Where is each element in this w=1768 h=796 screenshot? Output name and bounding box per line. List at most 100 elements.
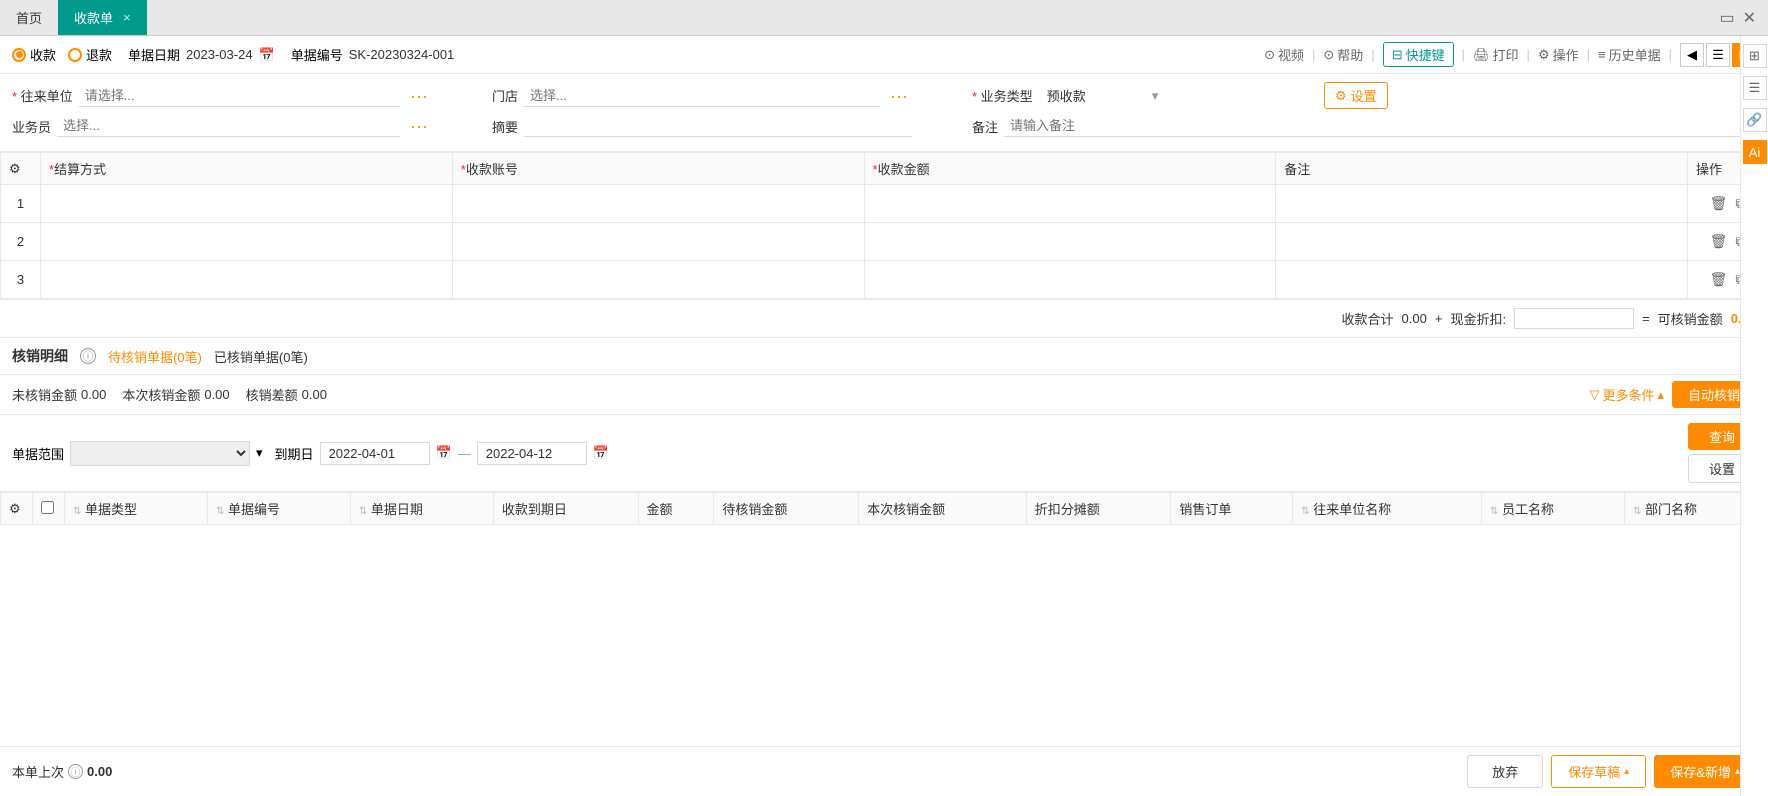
- select-all-checkbox[interactable]: [41, 501, 54, 514]
- sidebar-table-icon[interactable]: ⊞: [1743, 44, 1767, 68]
- staff-input[interactable]: [57, 115, 400, 137]
- row-2-account-input[interactable]: [453, 223, 864, 260]
- row-1-account[interactable]: [452, 185, 864, 223]
- tab-home-label: 首页: [16, 8, 42, 27]
- store-input[interactable]: [524, 85, 880, 107]
- date-to-input[interactable]: [477, 442, 587, 465]
- col-due-date-header: 收款到期日: [493, 493, 638, 525]
- shortcut-button[interactable]: ⊟ 快捷键: [1383, 42, 1454, 67]
- row-1-delete-btn[interactable]: 🗑: [1710, 195, 1728, 212]
- date-range-field: 到期日 📅 — 📅: [275, 442, 609, 465]
- form-row-1: * 往来单位 ··· 门店 ··· * 业务类型 预收款: [12, 82, 1756, 109]
- window-close-icon[interactable]: ✕: [1743, 8, 1756, 28]
- row-3-amount-input[interactable]: [865, 261, 1276, 298]
- party-more-icon[interactable]: ···: [406, 87, 432, 105]
- radio-tuikuan-label: 退款: [86, 45, 112, 64]
- sidebar-ai-icon[interactable]: Ai: [1743, 140, 1767, 164]
- sidebar-link-icon[interactable]: 🔗: [1743, 108, 1767, 132]
- help-icon: ⊙: [1323, 47, 1334, 63]
- calendar-icon[interactable]: 📅: [259, 47, 275, 63]
- remark-input[interactable]: [1004, 115, 1756, 137]
- party-input[interactable]: [79, 85, 400, 107]
- radio-shouquan[interactable]: 收款: [12, 45, 56, 64]
- save-draft-arrow: [1624, 766, 1629, 777]
- row-2-remark-input[interactable]: [1276, 223, 1687, 260]
- gear-header[interactable]: ⚙: [1, 153, 41, 185]
- help-link[interactable]: ⊙ 帮助: [1323, 45, 1363, 64]
- settings-button[interactable]: ⚙ 设置: [1324, 82, 1388, 109]
- sidebar-list-icon[interactable]: ☰: [1743, 76, 1767, 100]
- biz-type-arrow[interactable]: [1152, 88, 1159, 104]
- row-1-remark-input[interactable]: [1276, 185, 1687, 222]
- cal-to-icon[interactable]: 📅: [593, 445, 609, 461]
- view-list-btn[interactable]: ◀: [1680, 43, 1704, 67]
- done-tab[interactable]: 已核销单据(0笔): [214, 347, 308, 366]
- row-2-amount-input[interactable]: [865, 223, 1276, 260]
- party-required-star: *: [12, 89, 21, 104]
- row-1-amount-input[interactable]: [865, 185, 1276, 222]
- print-link[interactable]: 🖨 打印: [1473, 45, 1519, 64]
- row-3-amount[interactable]: [864, 261, 1276, 299]
- writeoff-info-icon[interactable]: ⓘ: [80, 348, 96, 364]
- discard-button[interactable]: 放弃: [1467, 755, 1543, 788]
- row-3-account[interactable]: [452, 261, 864, 299]
- row-2-settlement[interactable]: [41, 223, 453, 261]
- row-1-settlement-input[interactable]: [41, 185, 452, 222]
- discount-input[interactable]: [1514, 308, 1634, 329]
- row-1-settlement[interactable]: [41, 185, 453, 223]
- tab-close-icon[interactable]: ×: [123, 10, 131, 25]
- row-2-settlement-input[interactable]: [41, 223, 452, 260]
- range-field: 单据范围: [12, 441, 263, 466]
- summary-input[interactable]: [524, 115, 912, 137]
- row-2-account[interactable]: [452, 223, 864, 261]
- row-3-settlement[interactable]: [41, 261, 453, 299]
- number-label: 单据编号: [291, 45, 343, 64]
- row-2-amount[interactable]: [864, 223, 1276, 261]
- window-restore-icon[interactable]: ▭: [1719, 8, 1734, 28]
- pending-tab[interactable]: 待核销单据(0笔): [108, 347, 202, 366]
- row-2-remark[interactable]: [1276, 223, 1688, 261]
- lower-gear-header[interactable]: ⚙: [1, 493, 33, 525]
- tab-bar-right: ▭ ✕: [1719, 8, 1768, 28]
- table-gear-icon[interactable]: ⚙: [9, 161, 21, 176]
- date-value: 2023-03-24: [186, 47, 253, 62]
- row-3-remark-input[interactable]: [1276, 261, 1687, 298]
- bottom-info-icon[interactable]: ⓘ: [68, 764, 83, 779]
- row-2-delete-btn[interactable]: 🗑: [1710, 233, 1728, 250]
- print-icon: 🖨: [1473, 47, 1490, 63]
- row-3-delete-btn[interactable]: 🗑: [1710, 271, 1728, 288]
- history-link[interactable]: ≡ 历史单据: [1598, 45, 1661, 64]
- cal-from-icon[interactable]: 📅: [436, 445, 452, 461]
- date-label: 单据日期: [128, 45, 180, 64]
- biz-type-label: * 业务类型: [972, 86, 1033, 105]
- due-label: 到期日: [275, 444, 314, 463]
- prev-value: 0.00: [87, 764, 112, 779]
- row-1-remark[interactable]: [1276, 185, 1688, 223]
- row-3-settlement-input[interactable]: [41, 261, 452, 298]
- more-conditions-btn[interactable]: ▽ 更多条件: [1589, 385, 1664, 404]
- row-3-account-input[interactable]: [453, 261, 864, 298]
- store-more-icon[interactable]: ···: [886, 87, 912, 105]
- range-select[interactable]: [70, 441, 250, 466]
- account-header: *收款账号: [452, 153, 864, 185]
- operation-link[interactable]: ⚙ 操作: [1538, 45, 1579, 64]
- date-from-input[interactable]: [320, 442, 430, 465]
- lower-gear-icon[interactable]: ⚙: [9, 501, 21, 516]
- view-grid-btn[interactable]: ☰: [1706, 43, 1730, 67]
- video-link[interactable]: ⊙ 视频: [1264, 45, 1304, 64]
- staff-more-icon[interactable]: ···: [406, 117, 432, 135]
- date-range-dash: —: [458, 446, 471, 461]
- tab-home[interactable]: 首页: [0, 0, 58, 35]
- save-draft-button[interactable]: 保存草稿: [1551, 755, 1646, 788]
- tab-active[interactable]: 收款单 ×: [58, 0, 147, 35]
- range-chevron[interactable]: [256, 445, 263, 461]
- checkbox-header[interactable]: [33, 493, 65, 525]
- radio-tuikuan[interactable]: 退款: [68, 45, 112, 64]
- row-1-account-input[interactable]: [453, 185, 864, 222]
- operation-icon: ⚙: [1538, 47, 1550, 63]
- current-stat: 本次核销金额 0.00: [122, 385, 229, 404]
- row-3-remark[interactable]: [1276, 261, 1688, 299]
- ai-label: Ai: [1749, 145, 1761, 160]
- unverified-label: 未核销金额: [12, 385, 77, 404]
- row-1-amount[interactable]: [864, 185, 1276, 223]
